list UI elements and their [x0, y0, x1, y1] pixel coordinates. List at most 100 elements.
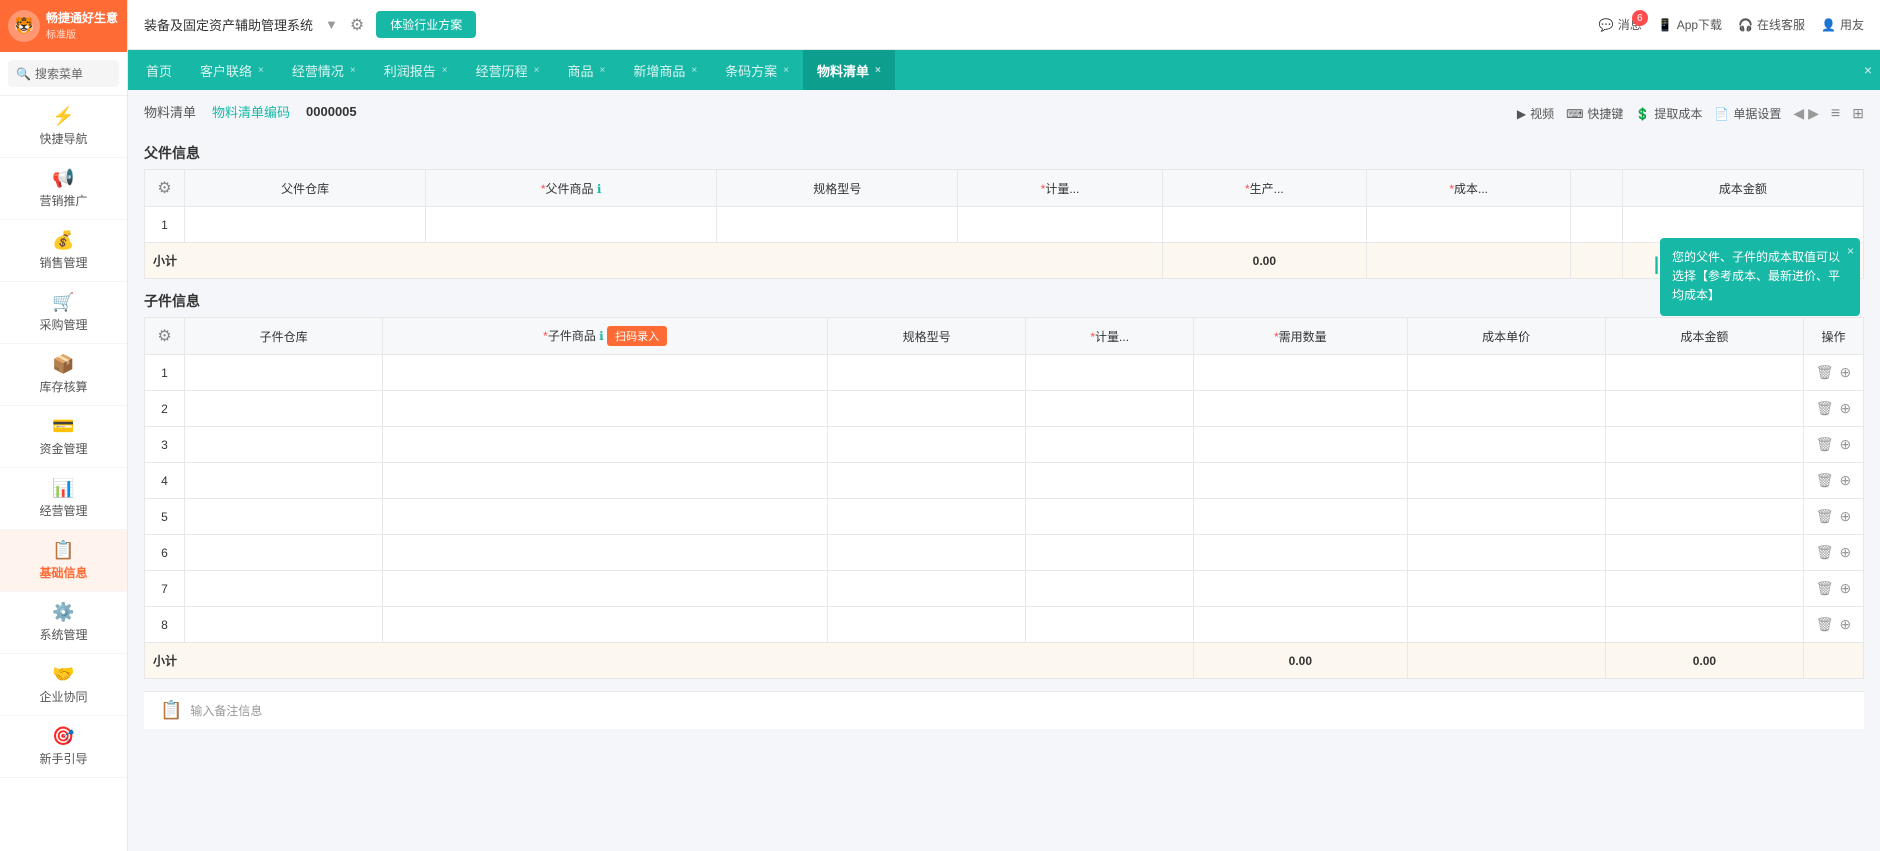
child-row-4-cost-price[interactable] [1407, 463, 1605, 499]
nav-prev-icon[interactable]: ◀ [1793, 105, 1804, 122]
child-row-7-cost-price[interactable] [1407, 571, 1605, 607]
sidebar-item-system[interactable]: ⚙️ 系统管理 [0, 592, 127, 654]
child-row-8-warehouse[interactable] [185, 607, 383, 643]
message-icon-item[interactable]: 💬 6 消息 [1599, 16, 1642, 33]
child-row-2-cost-price[interactable] [1407, 391, 1605, 427]
child-settings-gear[interactable]: ⚙ [157, 328, 171, 345]
tab-customer[interactable]: 客户联络 × [186, 50, 278, 90]
tab-profit-close[interactable]: × [442, 65, 448, 76]
tab-goods[interactable]: 商品 × [553, 50, 619, 90]
child-row-7-goods[interactable] [383, 571, 828, 607]
child-row-6-warehouse[interactable] [185, 535, 383, 571]
child-row-3-goods[interactable] [383, 427, 828, 463]
user-profile[interactable]: 👤 用友 [1821, 16, 1864, 33]
child-row-4-quantity[interactable] [1194, 463, 1407, 499]
close-all-tabs[interactable]: × [1860, 58, 1876, 82]
child-row-5-cost-price[interactable] [1407, 499, 1605, 535]
scan-button[interactable]: 扫码录入 [607, 326, 667, 346]
tab-new-goods[interactable]: 新增商品 × [619, 50, 711, 90]
delete-icon[interactable]: 🗑 [1816, 364, 1834, 381]
sidebar-item-marketing[interactable]: 📢 营销推广 [0, 158, 127, 220]
copy-icon[interactable]: ⊕ [1840, 472, 1852, 489]
child-row-4-warehouse[interactable] [185, 463, 383, 499]
info-icon[interactable]: ℹ [599, 329, 604, 343]
child-row-8-quantity[interactable] [1194, 607, 1407, 643]
toolbar-shortcut[interactable]: ⌨ 快捷键 [1566, 105, 1623, 122]
child-row-5-spec[interactable] [828, 499, 1026, 535]
child-row-7-warehouse[interactable] [185, 571, 383, 607]
breadcrumb-list[interactable]: 物料清单 [144, 102, 196, 121]
tab-operation-status-close[interactable]: × [350, 65, 356, 76]
sidebar-item-inventory[interactable]: 📦 库存核算 [0, 344, 127, 406]
tab-bom-close[interactable]: × [875, 65, 881, 76]
app-download-item[interactable]: 📱 App下载 [1658, 16, 1722, 33]
child-row-8-cost-price[interactable] [1407, 607, 1605, 643]
tab-barcode[interactable]: 条码方案 × [711, 50, 803, 90]
copy-icon[interactable]: ⊕ [1840, 436, 1852, 453]
child-row-8-spec[interactable] [828, 607, 1026, 643]
sidebar-item-basic[interactable]: 📋 基础信息 [0, 530, 127, 592]
sidebar-item-finance[interactable]: 💳 资金管理 [0, 406, 127, 468]
copy-icon[interactable]: ⊕ [1840, 364, 1852, 381]
child-row-2-unit[interactable] [1026, 391, 1194, 427]
child-row-6-cost-price[interactable] [1407, 535, 1605, 571]
child-row-5-warehouse[interactable] [185, 499, 383, 535]
delete-icon[interactable]: 🗑 [1816, 616, 1834, 633]
child-row-3-spec[interactable] [828, 427, 1026, 463]
child-row-4-spec[interactable] [828, 463, 1026, 499]
delete-icon[interactable]: 🗑 [1816, 544, 1834, 561]
copy-icon[interactable]: ⊕ [1840, 544, 1852, 561]
sidebar-item-sales[interactable]: 💰 销售管理 [0, 220, 127, 282]
tab-profit[interactable]: 利润报告 × [370, 50, 462, 90]
child-row-7-spec[interactable] [828, 571, 1026, 607]
search-menu-button[interactable]: 🔍 搜索菜单 [8, 60, 119, 87]
toolbar-cost[interactable]: 💲 提取成本 [1635, 105, 1702, 122]
parent-row-production[interactable] [1162, 207, 1366, 243]
child-row-3-warehouse[interactable] [185, 427, 383, 463]
parent-settings-gear[interactable]: ⚙ [157, 180, 171, 197]
dropdown-icon[interactable]: ▼ [325, 17, 338, 32]
child-row-7-unit[interactable] [1026, 571, 1194, 607]
child-row-3-quantity[interactable] [1194, 427, 1407, 463]
tab-history[interactable]: 经营历程 × [462, 50, 554, 90]
child-row-8-unit[interactable] [1026, 607, 1194, 643]
tab-goods-close[interactable]: × [599, 65, 605, 76]
child-row-5-unit[interactable] [1026, 499, 1194, 535]
child-row-1-goods[interactable] [383, 355, 828, 391]
sidebar-item-collab[interactable]: 🤝 企业协同 [0, 654, 127, 716]
sidebar-item-quick-nav[interactable]: ⚡ 快捷导航 [0, 96, 127, 158]
parent-row-unit[interactable] [958, 207, 1162, 243]
delete-icon[interactable]: 🗑 [1816, 580, 1834, 597]
child-row-6-goods[interactable] [383, 535, 828, 571]
parent-row-spec[interactable] [717, 207, 958, 243]
child-row-2-warehouse[interactable] [185, 391, 383, 427]
child-row-1-spec[interactable] [828, 355, 1026, 391]
expand-icon[interactable]: ⊞ [1852, 105, 1864, 122]
tab-new-goods-close[interactable]: × [691, 65, 697, 76]
child-row-1-warehouse[interactable] [185, 355, 383, 391]
child-row-5-goods[interactable] [383, 499, 828, 535]
sidebar-item-operation[interactable]: 📊 经营管理 [0, 468, 127, 530]
sidebar-item-guide[interactable]: 🎯 新手引导 [0, 716, 127, 778]
child-row-3-unit[interactable] [1026, 427, 1194, 463]
child-row-1-cost-price[interactable] [1407, 355, 1605, 391]
child-row-2-spec[interactable] [828, 391, 1026, 427]
toolbar-bill[interactable]: 📄 单据设置 [1714, 105, 1781, 122]
child-row-8-goods[interactable] [383, 607, 828, 643]
child-row-4-goods[interactable] [383, 463, 828, 499]
copy-icon[interactable]: ⊕ [1840, 616, 1852, 633]
delete-icon[interactable]: 🗑 [1816, 400, 1834, 417]
delete-icon[interactable]: 🗑 [1816, 436, 1834, 453]
delete-icon[interactable]: 🗑 [1816, 472, 1834, 489]
child-row-6-spec[interactable] [828, 535, 1026, 571]
child-row-2-goods[interactable] [383, 391, 828, 427]
tab-barcode-close[interactable]: × [783, 65, 789, 76]
child-row-7-quantity[interactable] [1194, 571, 1407, 607]
copy-icon[interactable]: ⊕ [1840, 400, 1852, 417]
child-row-5-quantity[interactable] [1194, 499, 1407, 535]
child-row-4-unit[interactable] [1026, 463, 1194, 499]
tooltip-close-button[interactable]: × [1847, 242, 1854, 261]
child-row-3-cost-price[interactable] [1407, 427, 1605, 463]
bottom-bar-text[interactable]: 输入备注信息 [190, 702, 262, 719]
toolbar-view[interactable]: ▶ 视频 [1517, 105, 1554, 122]
